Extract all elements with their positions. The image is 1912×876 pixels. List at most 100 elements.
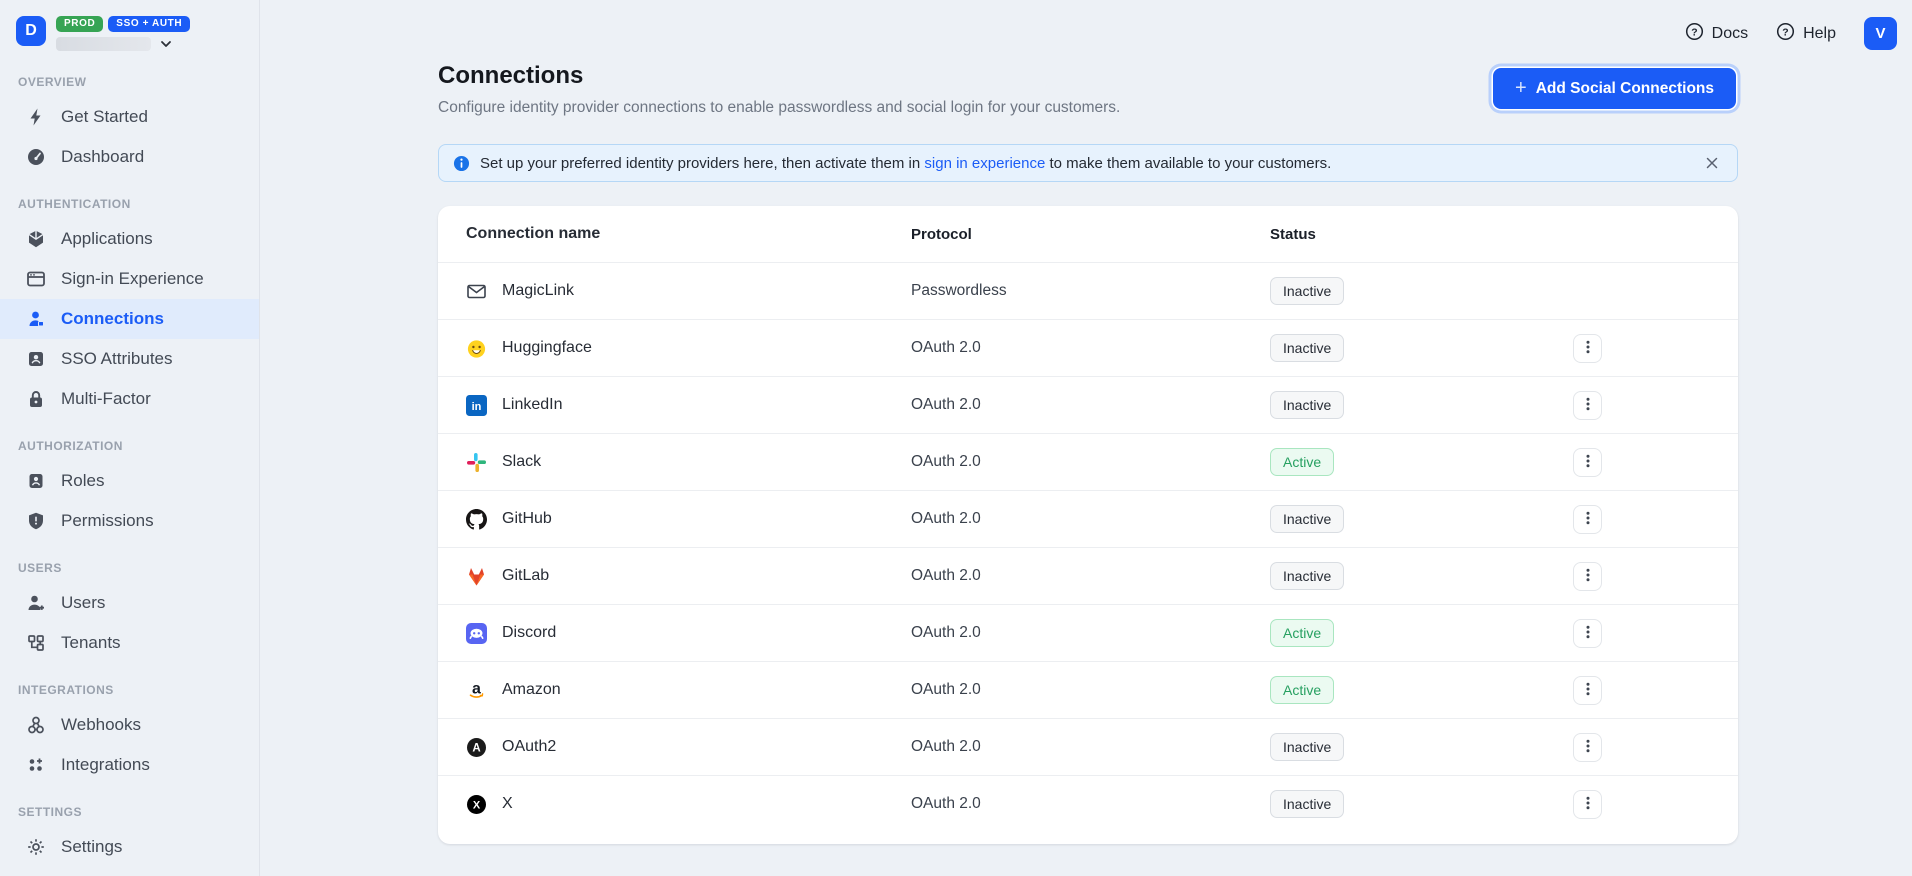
sidebar-item-get-started[interactable]: Get Started xyxy=(0,97,259,137)
connection-protocol: OAuth 2.0 xyxy=(911,339,981,356)
shield-icon xyxy=(26,511,46,531)
connection-protocol: Passwordless xyxy=(911,282,1007,299)
prod-badge: PROD xyxy=(56,16,104,32)
envelope-icon xyxy=(466,281,487,302)
sidebar-item-connections[interactable]: Connections xyxy=(0,299,259,339)
gear-icon xyxy=(26,837,46,857)
sidebar-section-label: USERS xyxy=(18,561,62,575)
project-name-redacted xyxy=(56,37,151,51)
sidebar-item-label: Get Started xyxy=(61,107,148,126)
sidebar-section-label: AUTHORIZATION xyxy=(18,439,123,453)
connection-name: GitHub xyxy=(502,510,552,527)
row-actions-menu-button[interactable] xyxy=(1573,504,1602,534)
column-header-connection-name: Connection name xyxy=(466,225,601,242)
project-switcher[interactable] xyxy=(56,37,190,51)
table-row: MagicLink Passwordless Inactive xyxy=(438,262,1738,319)
row-actions-menu-button[interactable] xyxy=(1573,618,1602,648)
question-circle-icon: ? xyxy=(1776,22,1795,46)
table-header-row: Connection name Protocol Status xyxy=(438,206,1738,262)
banner-text: Set up your preferred identity providers… xyxy=(480,154,1332,172)
svg-text:in: in xyxy=(472,401,482,413)
sidebar-item-users[interactable]: Users xyxy=(0,583,259,623)
svg-text:?: ? xyxy=(1782,27,1788,38)
sidebar-item-webhooks[interactable]: Webhooks xyxy=(0,705,259,745)
sidebar-item-applications[interactable]: Applications xyxy=(0,219,259,259)
row-actions-menu-button[interactable] xyxy=(1573,390,1602,420)
sidebar-item-sso-attributes[interactable]: SSO Attributes xyxy=(0,339,259,379)
close-icon[interactable] xyxy=(1701,152,1723,174)
status-badge: Inactive xyxy=(1270,504,1345,534)
svg-text:X: X xyxy=(473,799,481,811)
id-card-icon xyxy=(26,349,46,369)
sidebar-item-label: Roles xyxy=(61,471,105,490)
connection-protocol: OAuth 2.0 xyxy=(911,624,981,641)
lightning-icon xyxy=(26,107,46,127)
sidebar-item-label: Applications xyxy=(61,229,153,248)
row-actions-menu-button[interactable] xyxy=(1573,675,1602,705)
sidebar-item-permissions[interactable]: Permissions xyxy=(0,501,259,541)
environment-badges: PROD SSO + AUTH xyxy=(56,16,191,32)
user-avatar[interactable]: V xyxy=(1864,17,1897,50)
row-actions-menu-button[interactable] xyxy=(1573,333,1602,363)
table-row: GitHub OAuth 2.0 Inactive xyxy=(438,490,1738,547)
status-badge: Active xyxy=(1270,675,1335,705)
info-icon xyxy=(453,155,470,172)
sidebar-item-multi-factor[interactable]: Multi-Factor xyxy=(0,379,259,419)
sidebar-item-tenants[interactable]: Tenants xyxy=(0,623,259,663)
sidebar-item-label: Dashboard xyxy=(61,147,145,166)
connection-protocol: OAuth 2.0 xyxy=(911,510,981,527)
sidebar-item-label: Permissions xyxy=(61,511,154,530)
sidebar-section-label: SETTINGS xyxy=(18,805,83,819)
sidebar-item-label: Settings xyxy=(61,837,123,856)
connection-name: Huggingface xyxy=(502,339,592,356)
row-actions-menu-button[interactable] xyxy=(1573,789,1602,819)
connections-table: Connection name Protocol Status MagicLin… xyxy=(438,206,1738,844)
connection-protocol: OAuth 2.0 xyxy=(911,567,981,584)
table-row: in LinkedIn OAuth 2.0 Inactive xyxy=(438,376,1738,433)
webhook-icon xyxy=(26,715,46,735)
main-content: ? Docs ? Help V + Add Social Connections… xyxy=(260,0,1912,876)
row-actions-menu-button[interactable] xyxy=(1573,561,1602,591)
kebab-icon xyxy=(1581,682,1595,699)
connection-name: Amazon xyxy=(502,681,561,698)
slack-icon xyxy=(466,452,487,473)
table-row: A OAuth2 OAuth 2.0 Inactive xyxy=(438,718,1738,775)
gitlab-icon xyxy=(466,566,487,587)
status-badge: Active xyxy=(1270,447,1335,477)
sidebar-item-integrations[interactable]: Integrations xyxy=(0,745,259,785)
column-header-status: Status xyxy=(1270,225,1316,243)
help-link[interactable]: ? Help xyxy=(1776,22,1836,46)
kebab-icon xyxy=(1581,511,1595,528)
sidebar: D PROD SSO + AUTH OVERVIEW Get Started D… xyxy=(0,0,260,876)
x-icon: X xyxy=(466,794,487,815)
connection-name: MagicLink xyxy=(502,282,575,299)
page-subtitle: Configure identity provider connections … xyxy=(438,99,1121,116)
row-actions-menu-button[interactable] xyxy=(1573,447,1602,477)
connection-name: Discord xyxy=(502,624,557,641)
connection-name: Slack xyxy=(502,453,542,470)
sidebar-item-dashboard[interactable]: Dashboard xyxy=(0,137,259,177)
sidebar-item-sign-in-experience[interactable]: Sign-in Experience xyxy=(0,259,259,299)
sidebar-item-roles[interactable]: Roles xyxy=(0,461,259,501)
connection-protocol: OAuth 2.0 xyxy=(911,453,981,470)
connection-protocol: OAuth 2.0 xyxy=(911,396,981,413)
brand-logo[interactable]: D xyxy=(16,16,46,46)
table-row: Huggingface OAuth 2.0 Inactive xyxy=(438,319,1738,376)
sidebar-section-label: OVERVIEW xyxy=(18,75,87,89)
status-badge: Active xyxy=(1270,618,1335,648)
help-label: Help xyxy=(1803,24,1836,42)
sso-auth-badge: SSO + AUTH xyxy=(108,16,191,32)
sidebar-item-label: Multi-Factor xyxy=(61,389,151,408)
sidebar-nav: OVERVIEW Get Started Dashboard AUTHENTIC… xyxy=(0,75,259,867)
sidebar-item-settings[interactable]: Settings xyxy=(0,827,259,867)
info-banner: Set up your preferred identity providers… xyxy=(438,144,1738,182)
lock-icon xyxy=(26,389,46,409)
status-badge: Inactive xyxy=(1270,333,1345,363)
table-row: GitLab OAuth 2.0 Inactive xyxy=(438,547,1738,604)
chevron-down-icon[interactable] xyxy=(159,37,173,51)
row-actions-menu-button[interactable] xyxy=(1573,732,1602,762)
sign-in-experience-link[interactable]: sign in experience xyxy=(924,155,1045,172)
gauge-icon xyxy=(26,147,46,167)
sidebar-item-label: Webhooks xyxy=(61,715,142,734)
amazon-icon: a xyxy=(466,680,487,701)
